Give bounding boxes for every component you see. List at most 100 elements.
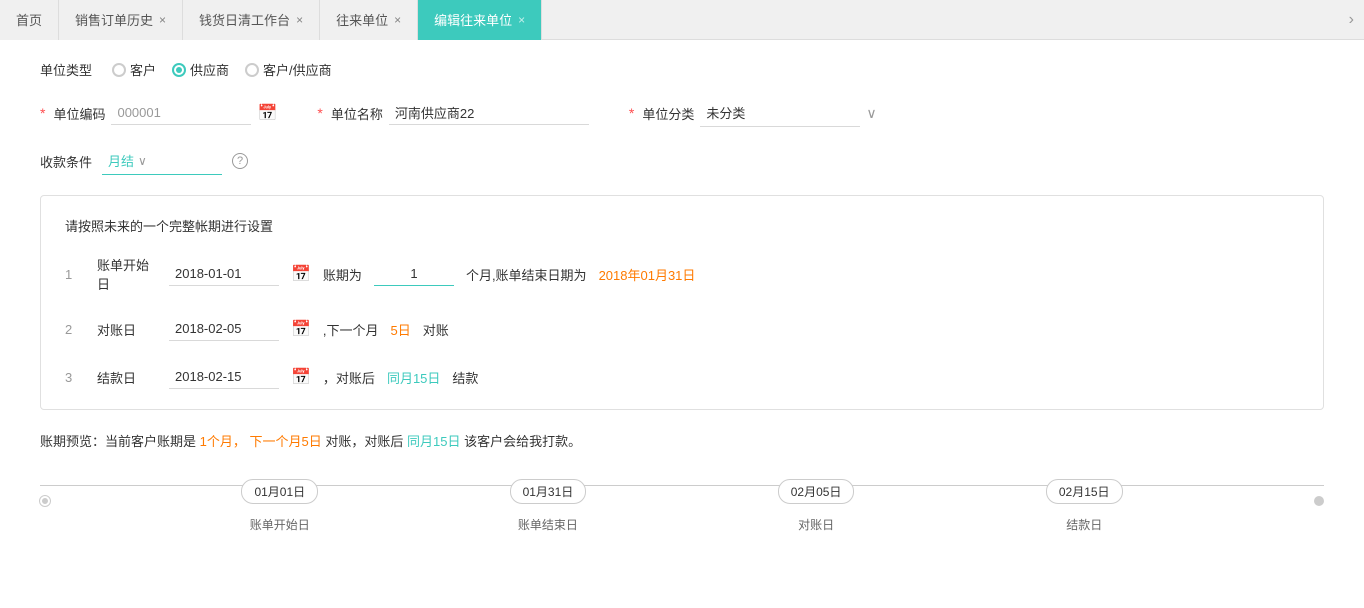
tab-bar: 首页 销售订单历史 × 钱货日清工作台 × 往来单位 × 编辑往来单位 × ›: [0, 0, 1364, 40]
unit-code-required: *: [40, 105, 45, 121]
period-row-2-suffix: 对账: [423, 320, 449, 339]
tab-counterparty[interactable]: 往来单位 ×: [320, 0, 418, 40]
tab-counterparty-label: 往来单位: [336, 10, 388, 29]
unit-code-group: * 单位编码 📅: [40, 101, 277, 125]
unit-info-row: * 单位编码 📅 * 单位名称 * 单位分类 未分类 ∨: [40, 99, 1324, 127]
unit-type-radio-group: 客户 供应商 客户/供应商: [112, 60, 332, 79]
tab-home-label: 首页: [16, 10, 42, 29]
period-row-3-field-label: 结款日: [97, 368, 157, 387]
unit-code-label: 单位编码: [53, 104, 105, 123]
unit-name-group: * 单位名称: [317, 101, 588, 125]
tab-edit-counterparty-label: 编辑往来单位: [434, 10, 512, 29]
period-row-2-field-label: 对账日: [97, 320, 157, 339]
unit-code-input[interactable]: [111, 101, 251, 125]
tab-sales-order-close[interactable]: ×: [159, 13, 166, 27]
radio-both-circle: [245, 63, 259, 77]
payment-condition-arrow-icon: ∨: [138, 154, 147, 168]
unit-name-label: 单位名称: [331, 104, 383, 123]
timeline-point-4-pill: 02月15日: [1046, 479, 1123, 504]
period-box-title: 请按照未来的一个完整帐期进行设置: [65, 216, 1299, 235]
period-row-3-date-input[interactable]: [169, 365, 279, 389]
unit-name-required: *: [317, 105, 322, 121]
unit-code-calendar-icon[interactable]: 📅: [257, 103, 277, 123]
period-row-3-suffix: ，对账后: [323, 368, 375, 387]
tab-cash-work-label: 钱货日清工作台: [199, 10, 290, 29]
preview-part3: 对账，对账后: [325, 434, 403, 449]
period-row-3-end: 结款: [452, 368, 478, 387]
period-row-2-num: 2: [65, 322, 85, 337]
preview-part5: 该客户会给我打款。: [464, 434, 581, 449]
period-row-1-num: 1: [65, 267, 85, 282]
payment-condition-row: 收款条件 月结 ∨ ?: [40, 147, 1324, 175]
period-row-1-calendar-icon[interactable]: 📅: [291, 264, 311, 284]
period-row-3-calendar-icon[interactable]: 📅: [291, 367, 311, 387]
period-row-2-calendar-icon[interactable]: 📅: [291, 319, 311, 339]
tab-sales-order-label: 销售订单历史: [75, 10, 153, 29]
period-row-1-date-input[interactable]: [169, 262, 279, 286]
timeline-point-2: 01月31日 账单结束日: [510, 479, 587, 533]
tab-sales-order[interactable]: 销售订单历史 ×: [59, 0, 183, 40]
radio-supplier[interactable]: 供应商: [172, 60, 229, 79]
tab-edit-counterparty[interactable]: 编辑往来单位 ×: [418, 0, 542, 40]
tab-home[interactable]: 首页: [0, 0, 59, 40]
period-settings-box: 请按照未来的一个完整帐期进行设置 1 账单开始日 📅 账期为 个月,账单结束日期…: [40, 195, 1324, 410]
radio-both[interactable]: 客户/供应商: [245, 60, 332, 79]
timeline-point-1-pill: 01月01日: [241, 479, 318, 504]
unit-name-input[interactable]: [389, 101, 589, 125]
timeline-point-3-label: 对账日: [798, 516, 834, 533]
radio-customer-circle: [112, 63, 126, 77]
unit-category-label: 单位分类: [642, 104, 694, 123]
timeline-point-4-label: 结款日: [1066, 516, 1102, 533]
unit-category-required: *: [629, 105, 634, 121]
main-content: 单位类型 客户 供应商 客户/供应商 * 单位编码 📅 * 单位名称: [0, 40, 1364, 608]
radio-supplier-label: 供应商: [190, 60, 229, 79]
timeline-point-2-label: 账单结束日: [518, 516, 578, 533]
period-row-1-suffix-text: 账期为: [323, 265, 362, 284]
radio-supplier-circle: [172, 63, 186, 77]
payment-condition-value: 月结: [108, 151, 134, 170]
unit-category-arrow-icon[interactable]: ∨: [866, 105, 876, 122]
tab-counterparty-close[interactable]: ×: [394, 13, 401, 27]
timeline-end-dot: [1314, 479, 1324, 506]
radio-customer-label: 客户: [130, 60, 156, 79]
period-row-1-field-label: 账单开始日: [97, 255, 157, 293]
timeline-point-4: 02月15日 结款日: [1046, 479, 1123, 533]
period-row-1-months-input[interactable]: [374, 262, 454, 286]
timeline-points: 01月01日 账单开始日 01月31日 账单结束日 02月05日 对账日 02月…: [40, 479, 1324, 533]
unit-category-value: 未分类: [700, 99, 860, 127]
unit-type-label: 单位类型: [40, 60, 92, 79]
unit-type-row: 单位类型 客户 供应商 客户/供应商: [40, 60, 1324, 79]
unit-category-dropdown: 未分类 ∨: [700, 99, 876, 127]
timeline-start-dot: [40, 479, 50, 506]
payment-help-icon[interactable]: ?: [232, 153, 248, 169]
timeline-point-2-pill: 01月31日: [510, 479, 587, 504]
period-row-2-date-input[interactable]: [169, 317, 279, 341]
timeline-point-3-pill: 02月05日: [778, 479, 855, 504]
period-row-3-highlight: 同月15日: [387, 368, 440, 387]
period-row-2: 2 对账日 📅 ,下一个月5日对账: [65, 317, 1299, 341]
timeline-end-circle: [1314, 496, 1324, 506]
period-row-3: 3 结款日 📅 ，对账后 同月15日 结款: [65, 365, 1299, 389]
tab-edit-counterparty-close[interactable]: ×: [518, 13, 525, 27]
preview-part4: 同月15日: [407, 434, 460, 449]
radio-customer[interactable]: 客户: [112, 60, 156, 79]
preview-label: 账期预览：当前客户账期是: [40, 434, 196, 449]
timeline-point-1-label: 账单开始日: [250, 516, 310, 533]
tab-expand-button[interactable]: ›: [1339, 0, 1364, 40]
payment-condition-label: 收款条件: [40, 152, 92, 171]
period-row-3-num: 3: [65, 370, 85, 385]
timeline-start-circle: [40, 496, 50, 506]
preview-text: 账期预览：当前客户账期是 1个月， 下一个月5日 对账，对账后 同月15日 该客…: [40, 430, 1324, 469]
tab-cash-work[interactable]: 钱货日清工作台 ×: [183, 0, 320, 40]
timeline-point-1: 01月01日 账单开始日: [241, 479, 318, 533]
preview-part1: 1个月，: [200, 434, 246, 449]
unit-category-group: * 单位分类 未分类 ∨: [629, 99, 877, 127]
period-row-1-highlight-date: 2018年01月31日: [599, 265, 696, 284]
payment-condition-select[interactable]: 月结 ∨: [102, 147, 222, 175]
tab-cash-work-close[interactable]: ×: [296, 13, 303, 27]
period-row-1: 1 账单开始日 📅 账期为 个月,账单结束日期为 2018年01月31日: [65, 255, 1299, 293]
timeline-point-3: 02月05日 对账日: [778, 479, 855, 533]
timeline: 01月01日 账单开始日 01月31日 账单结束日 02月05日 对账日 02月…: [40, 469, 1324, 563]
period-row-1-after-input: 个月,账单结束日期为: [466, 265, 587, 284]
preview-part2: 下一个月5日: [250, 434, 322, 449]
